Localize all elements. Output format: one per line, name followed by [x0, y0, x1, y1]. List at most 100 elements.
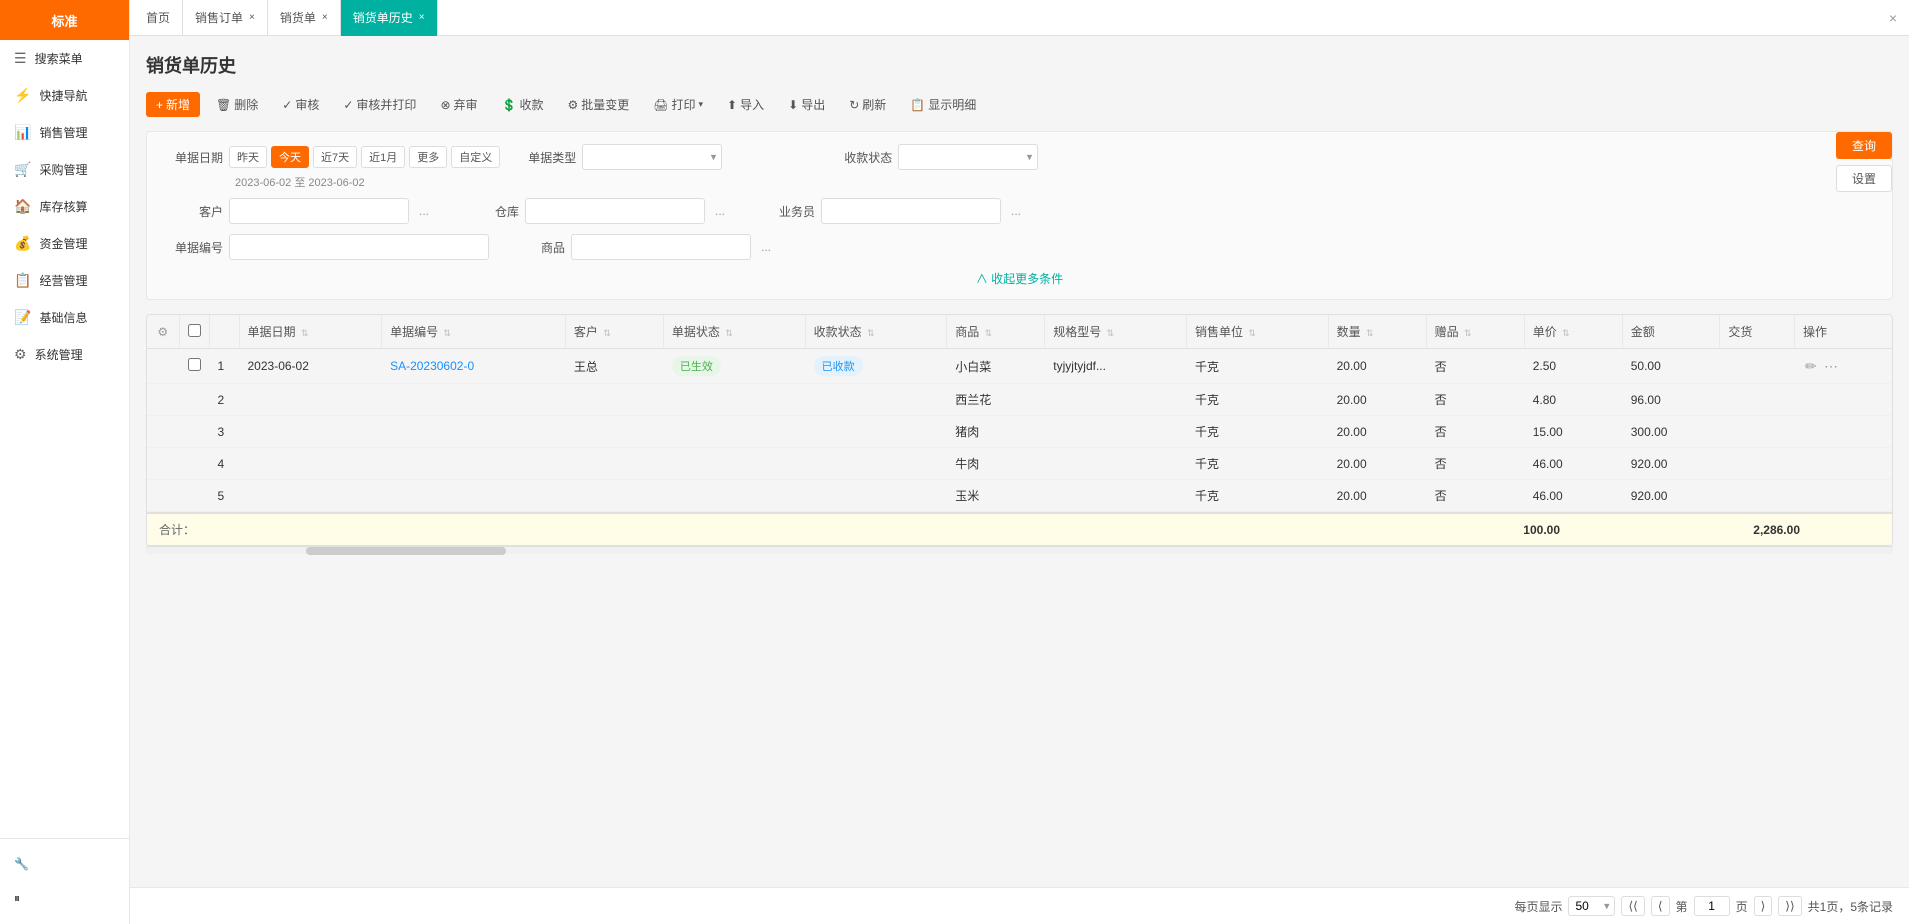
scrollbar-thumb[interactable] [306, 547, 506, 555]
col-unit[interactable]: 销售单位 ⇅ [1186, 315, 1328, 349]
tab-sales-goods-label: 销货单 [280, 9, 316, 26]
page-first-btn[interactable]: ⟨⟨ [1621, 896, 1644, 916]
col-docno[interactable]: 单据编号 ⇅ [382, 315, 566, 349]
tab-sales-history-close[interactable]: × [419, 12, 425, 23]
collapse-button[interactable]: ∧ 收起更多条件 [976, 270, 1063, 287]
settings-button[interactable]: 设置 [1836, 165, 1892, 192]
batch-change-button[interactable]: ⚙ 批量变更 [559, 92, 637, 117]
inner-content: 销货单历史 + 新增 🗑 删除 ✓ 审核 ✓ 审核并打印 [130, 36, 1909, 887]
sidebar-item-label: 基础信息 [39, 309, 87, 326]
audit-print-button[interactable]: ✓ 审核并打印 [335, 92, 424, 117]
row4-trade [1720, 448, 1795, 480]
row1-edit-icon[interactable]: ✏ [1805, 358, 1817, 374]
col-customer[interactable]: 客户 ⇅ [565, 315, 663, 349]
search-row-2: 客户 ... 仓库 ... 业务员 ... [163, 198, 1876, 224]
col-date[interactable]: 单据日期 ⇅ [239, 315, 382, 349]
new-button[interactable]: + 新增 [146, 92, 200, 117]
sort-gift-icon: ⇅ [1464, 328, 1472, 338]
abandon-button[interactable]: ⊗ 弃审 [432, 92, 485, 117]
row1-customer: 王总 [565, 349, 663, 384]
show-detail-label: 显示明细 [928, 96, 976, 113]
row3-check [179, 416, 209, 448]
delete-button[interactable]: 🗑 删除 [208, 92, 266, 117]
page-input[interactable] [1694, 896, 1730, 916]
col-qty[interactable]: 数量 ⇅ [1328, 315, 1426, 349]
sidebar-item-quick-nav[interactable]: ⚡ 快捷导航 [0, 77, 129, 114]
col-spec[interactable]: 规格型号 ⇅ [1045, 315, 1187, 349]
table-row: 5 玉米 千克 20.00 否 46.00 920. [147, 480, 1892, 512]
tab-sales-goods-close[interactable]: × [322, 12, 328, 23]
goods-label: 商品 [505, 239, 565, 256]
horizontal-scrollbar[interactable] [146, 546, 1893, 554]
sidebar-item-inventory[interactable]: 🏠 库存核算 [0, 188, 129, 225]
row1-pay-status: 已收款 [805, 349, 947, 384]
sidebar-item-basic-info[interactable]: 📝 基础信息 [0, 299, 129, 336]
date-btn-today[interactable]: 今天 [271, 146, 309, 168]
query-button[interactable]: 查询 [1836, 132, 1892, 159]
col-price[interactable]: 单价 ⇅ [1524, 315, 1622, 349]
import-button[interactable]: ⬆ 导入 [719, 92, 772, 117]
row1-checkbox[interactable] [188, 358, 201, 371]
row1-more-icon[interactable]: ⋯ [1824, 358, 1838, 374]
col-gift[interactable]: 赠品 ⇅ [1426, 315, 1524, 349]
finance-icon: 💰 [14, 235, 31, 252]
audit-button[interactable]: ✓ 审核 [274, 92, 327, 117]
import-icon: ⬆ [727, 98, 737, 112]
sidebar-item-purchase-mgmt[interactable]: 🛒 采购管理 [0, 151, 129, 188]
export-button[interactable]: ⬇ 导出 [780, 92, 833, 117]
sidebar-item-search-menu[interactable]: ☰ 搜索菜单 [0, 40, 129, 77]
date-btn-custom[interactable]: 自定义 [451, 146, 500, 168]
col-doc-status[interactable]: 单据状态 ⇅ [663, 315, 805, 349]
sidebar-item-sales-mgmt[interactable]: 📊 销售管理 [0, 114, 129, 151]
staff-dots[interactable]: ... [1007, 204, 1025, 218]
goods-input[interactable] [571, 234, 751, 260]
close-all-tabs[interactable]: × [1877, 10, 1909, 26]
date-btn-7days[interactable]: 近7天 [313, 146, 357, 168]
tab-sales-history[interactable]: 销货单历史 × [341, 0, 438, 36]
warehouse-dots[interactable]: ... [711, 204, 729, 218]
sidebar-bottom-item1[interactable]: 🔧 [0, 847, 129, 881]
col-goods[interactable]: 商品 ⇅ [947, 315, 1045, 349]
col-date-label: 单据日期 [248, 325, 296, 339]
doc-type-select[interactable] [582, 144, 722, 170]
date-btn-yesterday[interactable]: 昨天 [229, 146, 267, 168]
customer-dots[interactable]: ... [415, 204, 433, 218]
date-btn-1month[interactable]: 近1月 [361, 146, 405, 168]
page-prev-btn[interactable]: ⟨ [1651, 896, 1670, 916]
sidebar-item-operation[interactable]: 📋 经营管理 [0, 262, 129, 299]
delete-icon: 🗑 [216, 98, 231, 112]
col-gear[interactable]: ⚙ [147, 315, 179, 349]
print-button[interactable]: 🖨 打印 ▾ [645, 92, 711, 117]
row3-trade [1720, 416, 1795, 448]
sidebar-item-sys-mgmt[interactable]: ⚙ 系统管理 [0, 336, 129, 373]
docno-input[interactable] [229, 234, 489, 260]
sidebar-item-finance[interactable]: 💰 资金管理 [0, 225, 129, 262]
col-pay-status[interactable]: 收款状态 ⇅ [805, 315, 947, 349]
warehouse-label: 仓库 [459, 203, 519, 220]
row2-num: 2 [209, 384, 239, 416]
date-btn-more[interactable]: 更多 [409, 146, 447, 168]
tab-home[interactable]: 首页 [134, 0, 183, 36]
tab-sales-goods[interactable]: 销货单 × [268, 0, 341, 36]
row1-docno: SA-20230602-0 [382, 349, 566, 384]
refresh-button[interactable]: ↻ 刷新 [841, 92, 894, 117]
sidebar-bottom-item2[interactable]: ⏸ [0, 881, 129, 916]
warehouse-input[interactable] [525, 198, 705, 224]
row5-customer [565, 480, 663, 512]
abandon-label: 弃审 [454, 96, 478, 113]
doc-type-select-wrapper [582, 144, 722, 170]
page-next-btn[interactable]: ⟩ [1754, 896, 1773, 916]
row1-docno-link[interactable]: SA-20230602-0 [390, 359, 474, 373]
customer-input[interactable] [229, 198, 409, 224]
page-size-select[interactable]: 50 100 [1568, 896, 1615, 916]
tab-sales-order[interactable]: 销售订单 × [183, 0, 268, 36]
collect-status-select[interactable] [898, 144, 1038, 170]
show-detail-button[interactable]: 📋 显示明细 [902, 92, 984, 117]
select-all-checkbox[interactable] [188, 324, 201, 337]
page-label: 第 [1676, 898, 1688, 915]
page-last-btn[interactable]: ⟩⟩ [1778, 896, 1801, 916]
staff-input[interactable] [821, 198, 1001, 224]
tab-sales-order-close[interactable]: × [249, 12, 255, 23]
collect-button[interactable]: 💲 收款 [494, 92, 552, 117]
goods-dots[interactable]: ... [757, 240, 775, 254]
